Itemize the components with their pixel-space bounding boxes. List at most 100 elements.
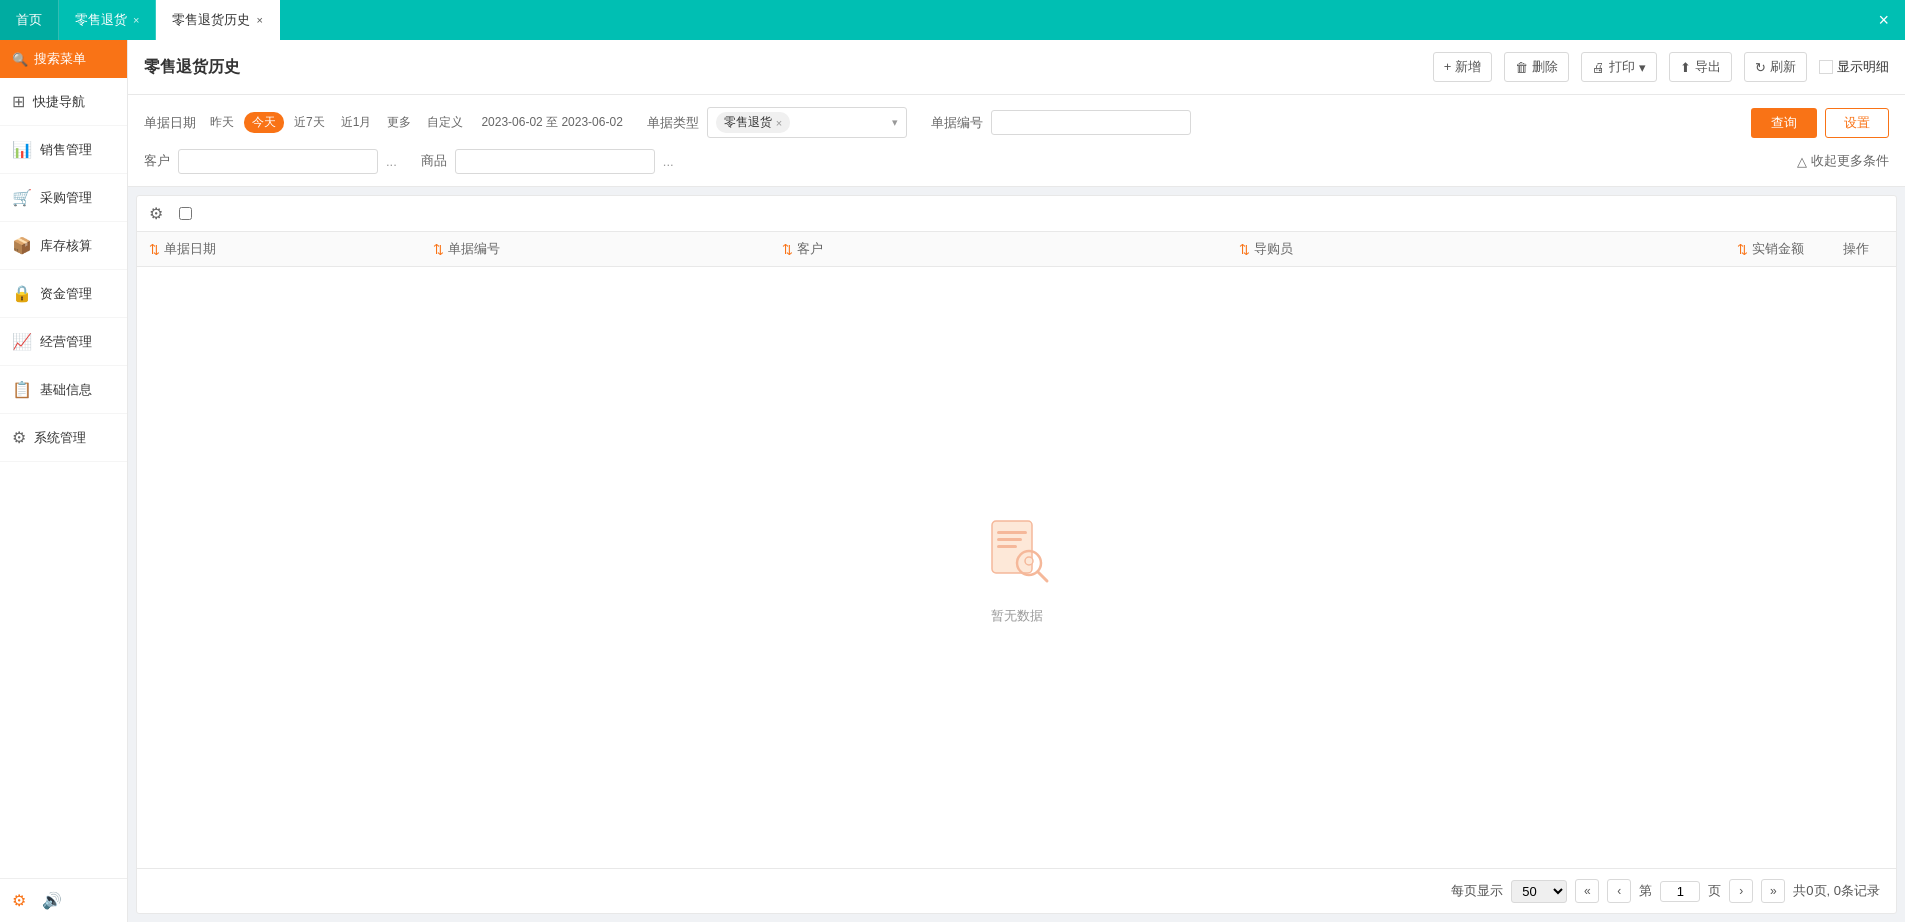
sidebar-item-basic-info[interactable]: 📋 基础信息 <box>0 366 127 414</box>
page-next-button[interactable]: › <box>1729 879 1753 903</box>
bill-type-select[interactable]: 零售退货 × ▾ <box>707 107 907 138</box>
goods-input[interactable] <box>455 149 655 174</box>
page-total: 共0页, 0条记录 <box>1793 882 1880 900</box>
filter-row-2: 客户 ... 商品 ... △ 收起更多条件 <box>144 148 1889 174</box>
page-last-button[interactable]: » <box>1761 879 1785 903</box>
sidebar-item-business[interactable]: 📈 经营管理 <box>0 318 127 366</box>
sidebar-item-basic-info-label: 基础信息 <box>40 381 92 399</box>
date-range-display: 2023-06-02 至 2023-06-02 <box>481 114 622 131</box>
inventory-icon: 📦 <box>12 236 32 255</box>
sidebar-search[interactable]: 🔍 搜索菜单 <box>0 40 127 78</box>
sidebar-item-inventory[interactable]: 📦 库存核算 <box>0 222 127 270</box>
th-guide[interactable]: ⇅ 导购员 <box>1227 240 1576 258</box>
th-guide-sort-icon: ⇅ <box>1239 242 1250 257</box>
th-amount-label: 实销金额 <box>1752 240 1804 258</box>
collapse-label: 收起更多条件 <box>1811 152 1889 170</box>
sidebar-item-purchase-mgmt[interactable]: 🛒 采购管理 <box>0 174 127 222</box>
bill-type-tag-close[interactable]: × <box>776 117 782 129</box>
date-btn-more[interactable]: 更多 <box>381 112 417 133</box>
tab-retail-return-history[interactable]: 零售退货历史 × <box>156 0 279 40</box>
th-billno[interactable]: ⇅ 单据编号 <box>421 240 770 258</box>
svg-rect-1 <box>997 531 1027 534</box>
tab-retail-return-label: 零售退货 <box>75 11 127 29</box>
refresh-button[interactable]: ↻ 刷新 <box>1744 52 1807 82</box>
sidebar-item-inventory-label: 库存核算 <box>40 237 92 255</box>
tab-retail-return-history-label: 零售退货历史 <box>172 11 250 29</box>
empty-text: 暂无数据 <box>991 607 1043 625</box>
purchase-mgmt-icon: 🛒 <box>12 188 32 207</box>
quick-nav-icon: ⊞ <box>12 92 25 111</box>
refresh-label: 刷新 <box>1770 58 1796 76</box>
display-checkbox[interactable] <box>1819 60 1833 74</box>
bill-no-input[interactable] <box>991 110 1191 135</box>
th-amount[interactable]: ⇅ 实销金额 <box>1575 240 1816 258</box>
new-button[interactable]: + 新增 <box>1433 52 1492 82</box>
filter-area: 单据日期 昨天 今天 近7天 近1月 更多 自定义 2023-06-02 至 2… <box>128 95 1905 187</box>
goods-dots[interactable]: ... <box>663 154 674 169</box>
th-date[interactable]: ⇅ 单据日期 <box>137 240 421 258</box>
print-button[interactable]: 🖨 打印 ▾ <box>1581 52 1657 82</box>
table-header: ⇅ 单据日期 ⇅ 单据编号 ⇅ 客户 ⇅ 导购员 ⇅ 实销金额 <box>137 232 1896 267</box>
query-button[interactable]: 查询 <box>1751 108 1817 138</box>
date-btn-7days[interactable]: 近7天 <box>288 112 331 133</box>
select-all-checkbox[interactable] <box>179 207 192 220</box>
tab-retail-return-history-close[interactable]: × <box>256 14 262 26</box>
th-customer[interactable]: ⇅ 客户 <box>770 240 1227 258</box>
page-header: 零售退货历史 + 新增 🗑 删除 🖨 打印 ▾ ⬆ 导出 ↻ <box>128 40 1905 95</box>
empty-icon <box>977 511 1057 591</box>
page-prev-button[interactable]: ‹ <box>1607 879 1631 903</box>
page-first-button[interactable]: « <box>1575 879 1599 903</box>
filter-row-1: 单据日期 昨天 今天 近7天 近1月 更多 自定义 2023-06-02 至 2… <box>144 107 1889 138</box>
sidebar-search-label: 搜索菜单 <box>34 50 86 68</box>
tab-home-label: 首页 <box>16 11 42 29</box>
date-btn-1month[interactable]: 近1月 <box>335 112 378 133</box>
main-layout: 🔍 搜索菜单 ⊞ 快捷导航 📊 销售管理 🛒 采购管理 📦 库存核算 🔒 资金管… <box>0 40 1905 922</box>
customer-dots[interactable]: ... <box>386 154 397 169</box>
refresh-icon: ↻ <box>1755 60 1766 75</box>
content-area: 零售退货历史 + 新增 🗑 删除 🖨 打印 ▾ ⬆ 导出 ↻ <box>128 40 1905 922</box>
finance-icon: 🔒 <box>12 284 32 303</box>
th-guide-label: 导购员 <box>1254 240 1293 258</box>
svg-rect-2 <box>997 538 1022 541</box>
sidebar-item-system[interactable]: ⚙ 系统管理 <box>0 414 127 462</box>
display-toggle[interactable]: 显示明细 <box>1819 58 1889 76</box>
bill-type-tag: 零售退货 × <box>716 112 790 133</box>
sidebar-item-sales-mgmt[interactable]: 📊 销售管理 <box>0 126 127 174</box>
per-page-select[interactable]: 50 10 20 100 <box>1511 880 1567 903</box>
tab-home[interactable]: 首页 <box>0 0 59 40</box>
sidebar-item-sales-label: 销售管理 <box>40 141 92 159</box>
delete-button[interactable]: 🗑 删除 <box>1504 52 1569 82</box>
date-filter-label: 单据日期 <box>144 114 196 132</box>
speaker-bottom-icon[interactable]: 🔊 <box>42 891 62 910</box>
app-close-button[interactable]: × <box>1862 10 1905 31</box>
sidebar-item-purchase-label: 采购管理 <box>40 189 92 207</box>
th-actions-label: 操作 <box>1843 240 1869 258</box>
settings-bottom-icon[interactable]: ⚙ <box>12 891 26 910</box>
export-button[interactable]: ⬆ 导出 <box>1669 52 1732 82</box>
page-label: 页 <box>1708 882 1721 900</box>
page-title: 零售退货历史 <box>144 57 240 78</box>
table-settings-icon[interactable]: ⚙ <box>149 204 163 223</box>
th-billno-sort-icon: ⇅ <box>433 242 444 257</box>
basic-info-icon: 📋 <box>12 380 32 399</box>
svg-point-6 <box>1025 557 1033 565</box>
date-btn-yesterday[interactable]: 昨天 <box>204 112 240 133</box>
tab-retail-return-close[interactable]: × <box>133 14 139 26</box>
th-customer-sort-icon: ⇅ <box>782 242 793 257</box>
page-ji-label: 第 <box>1639 882 1652 900</box>
th-actions: 操作 <box>1816 240 1896 258</box>
setting-button[interactable]: 设置 <box>1825 108 1889 138</box>
date-btn-today[interactable]: 今天 <box>244 112 284 133</box>
date-btn-custom[interactable]: 自定义 <box>421 112 469 133</box>
customer-input[interactable] <box>178 149 378 174</box>
collapse-button[interactable]: △ 收起更多条件 <box>1797 148 1889 174</box>
tab-retail-return[interactable]: 零售退货 × <box>59 0 156 40</box>
sidebar-item-finance[interactable]: 🔒 资金管理 <box>0 270 127 318</box>
filter-date-item: 单据日期 昨天 今天 近7天 近1月 更多 自定义 2023-06-02 至 2… <box>144 112 623 133</box>
page-input[interactable] <box>1660 881 1700 902</box>
delete-label: 删除 <box>1532 58 1558 76</box>
pagination: 每页显示 50 10 20 100 « ‹ 第 页 › » 共0页, 0条记录 <box>137 868 1896 913</box>
sidebar-item-quick-nav[interactable]: ⊞ 快捷导航 <box>0 78 127 126</box>
sidebar-item-business-label: 经营管理 <box>40 333 92 351</box>
sidebar-item-quick-nav-label: 快捷导航 <box>33 93 85 111</box>
